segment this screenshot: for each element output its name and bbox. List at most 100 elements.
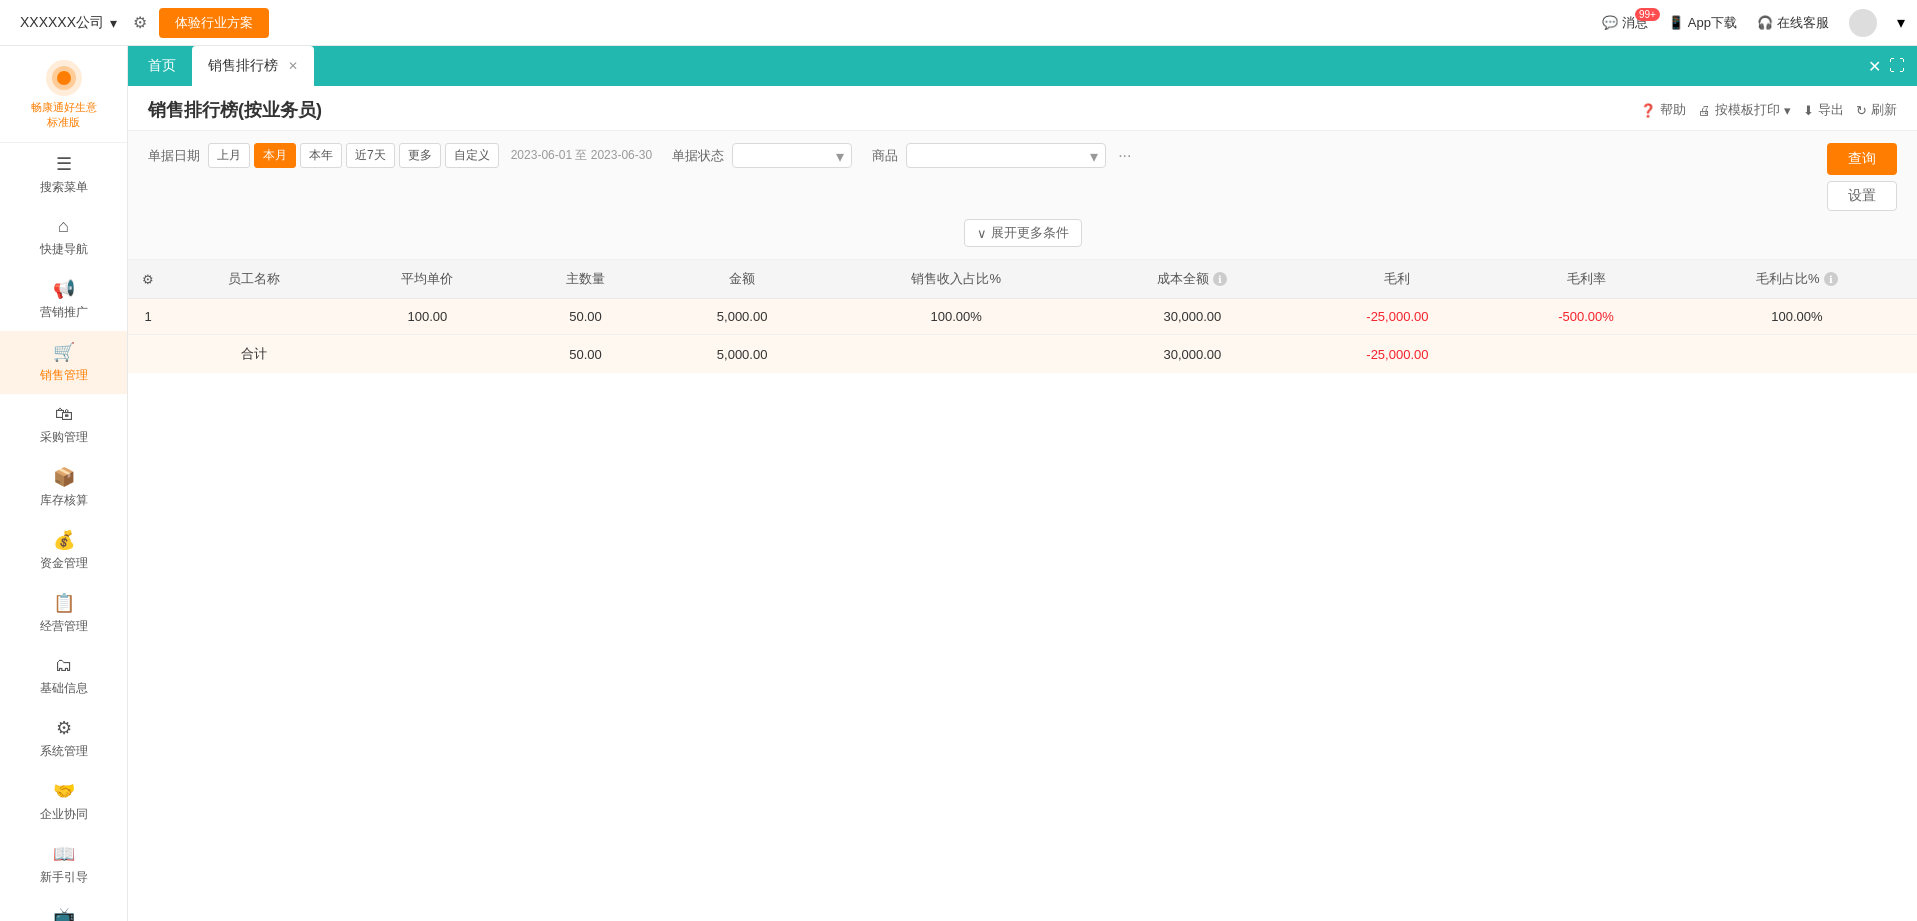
custom-btn[interactable]: 自定义: [445, 143, 499, 168]
online-service-button[interactable]: 🎧 在线客服: [1757, 14, 1829, 32]
sidebar-item-finance[interactable]: 💰 资金管理: [0, 519, 127, 582]
close-window-icon[interactable]: ✕: [1868, 57, 1881, 76]
export-label: 导出: [1818, 101, 1844, 119]
trial-button[interactable]: 体验行业方案: [159, 8, 269, 38]
company-selector[interactable]: XXXXXX公司 ▾: [12, 10, 125, 36]
help-button[interactable]: ❓ 帮助: [1640, 101, 1686, 119]
goods-filter-section: 商品 ···: [872, 143, 1131, 168]
sidebar-item-basic-info[interactable]: 🗂 基础信息: [0, 645, 127, 707]
query-button[interactable]: 查询: [1827, 143, 1897, 175]
sidebar-label-enterprise: 企业协同: [40, 806, 88, 823]
this-month-btn[interactable]: 本月: [254, 143, 296, 168]
export-icon: ⬇: [1803, 103, 1814, 118]
marketing-icon: 📢: [53, 278, 75, 300]
sidebar-item-operations[interactable]: 📋 经营管理: [0, 582, 127, 645]
footer-sales-ratio: [827, 335, 1085, 374]
sidebar-item-search[interactable]: ☰ 搜索菜单: [0, 143, 127, 206]
sidebar-item-inventory[interactable]: 📦 库存核算: [0, 456, 127, 519]
col-cost: 成本全额 ℹ: [1085, 260, 1299, 299]
more-filters-icon[interactable]: ···: [1118, 147, 1131, 165]
avatar[interactable]: [1849, 9, 1877, 37]
prev-month-btn[interactable]: 上月: [208, 143, 250, 168]
message-badge: 99+: [1635, 8, 1660, 21]
chevron-down-icon: ▾: [110, 15, 117, 31]
settings-icon[interactable]: ⚙: [133, 13, 147, 32]
finance-icon: 💰: [53, 529, 75, 551]
sidebar-item-nav[interactable]: ⌂ 快捷导航: [0, 206, 127, 268]
cell-gross-rate: -500.00%: [1495, 299, 1676, 335]
goods-select-wrapper: [906, 143, 1106, 168]
expand-label: 展开更多条件: [991, 224, 1069, 242]
purchase-icon: 🛍: [55, 404, 73, 425]
sidebar-label-nav: 快捷导航: [40, 241, 88, 258]
table-footer-row: 合计 50.00 5,000.00 30,000.00 -25,000.00: [128, 335, 1917, 374]
tab-bar-actions: ✕ ⛶: [1868, 57, 1913, 76]
date-filter-section: 单据日期 上月 本月 本年 近7天 更多 自定义 2023-06-01 至 20…: [148, 143, 652, 168]
sidebar-item-system[interactable]: ⚙ 系统管理: [0, 707, 127, 770]
sidebar-item-guide[interactable]: 📖 新手引导: [0, 833, 127, 896]
footer-avg-price: [341, 335, 514, 374]
sidebar-label-basic-info: 基础信息: [40, 680, 88, 697]
goods-select[interactable]: [906, 143, 1106, 168]
print-icon: 🖨: [1698, 103, 1711, 118]
status-select[interactable]: [732, 143, 852, 168]
basic-info-icon: 🗂: [55, 655, 73, 676]
headset-icon: 🎧: [1757, 15, 1773, 30]
expand-button[interactable]: ∨ 展开更多条件: [964, 219, 1082, 247]
footer-qty: 50.00: [514, 335, 657, 374]
maximize-icon[interactable]: ⛶: [1889, 57, 1905, 75]
col-amount: 金额: [657, 260, 827, 299]
sidebar-item-sales[interactable]: 🛒 销售管理: [0, 331, 127, 394]
filter-area: 单据日期 上月 本月 本年 近7天 更多 自定义 2023-06-01 至 20…: [128, 131, 1917, 260]
sidebar-item-marketing[interactable]: 📢 营销推广: [0, 268, 127, 331]
col-gross-rate: 毛利率: [1495, 260, 1676, 299]
gross-ratio-info-icon[interactable]: ℹ: [1824, 272, 1838, 286]
help-icon: ❓: [1640, 103, 1656, 118]
export-button[interactable]: ⬇ 导出: [1803, 101, 1844, 119]
sidebar-label-purchase: 采购管理: [40, 429, 88, 446]
message-button[interactable]: 💬 消息 99+: [1602, 14, 1648, 32]
col-sales-ratio: 销售收入占比%: [827, 260, 1085, 299]
sales-icon: 🛒: [53, 341, 75, 363]
sidebar-item-purchase[interactable]: 🛍 采购管理: [0, 394, 127, 456]
tab-home[interactable]: 首页: [132, 46, 192, 86]
date-range-text: 2023-06-01 至 2023-06-30: [511, 147, 652, 164]
logo-icon: [44, 58, 84, 98]
sidebar-item-appstore[interactable]: 📺 应用中心: [0, 896, 127, 921]
sidebar-item-enterprise[interactable]: 🤝 企业协同: [0, 770, 127, 833]
status-select-wrapper: [732, 143, 852, 168]
cell-gross-ratio: 100.00%: [1677, 299, 1917, 335]
print-chevron-icon: ▾: [1784, 103, 1791, 118]
print-button[interactable]: 🖨 按模板打印 ▾: [1698, 101, 1791, 119]
sidebar-label-finance: 资金管理: [40, 555, 88, 572]
tab-close-icon[interactable]: ✕: [288, 59, 298, 73]
expand-icon: ∨: [977, 226, 987, 241]
status-filter-label: 单据状态: [672, 147, 724, 165]
cell-gross: -25,000.00: [1299, 299, 1495, 335]
tab-sales-ranking[interactable]: 销售排行榜 ✕: [192, 46, 314, 86]
refresh-button[interactable]: ↻ 刷新: [1856, 101, 1897, 119]
inventory-icon: 📦: [53, 466, 75, 488]
chevron-down-icon-user: ▾: [1897, 13, 1905, 32]
filter-main-row: 单据日期 上月 本月 本年 近7天 更多 自定义 2023-06-01 至 20…: [148, 143, 1897, 211]
expand-row: ∨ 展开更多条件: [148, 219, 1897, 247]
page-content: 销售排行榜(按业务员) ❓ 帮助 🖨 按模板打印 ▾ ⬇ 导出: [128, 86, 1917, 921]
col-settings[interactable]: ⚙: [128, 260, 168, 299]
filter-settings-button[interactable]: 设置: [1827, 181, 1897, 211]
company-name: XXXXXX公司: [20, 14, 104, 32]
sales-ranking-table: ⚙ 员工名称 平均单价 主数量 金额 销售收入占比% 成本全额 ℹ: [128, 260, 1917, 373]
footer-cost: 30,000.00: [1085, 335, 1299, 374]
this-year-btn[interactable]: 本年: [300, 143, 342, 168]
main-layout: 畅康通好生意标准版 ☰ 搜索菜单 ⌂ 快捷导航 📢 营销推广 🛒 销售管理 🛍 …: [0, 46, 1917, 921]
cost-info-icon[interactable]: ℹ: [1213, 272, 1227, 286]
message-icon: 💬: [1602, 15, 1618, 30]
last-7days-btn[interactable]: 近7天: [346, 143, 395, 168]
col-qty: 主数量: [514, 260, 657, 299]
more-btn[interactable]: 更多: [399, 143, 441, 168]
refresh-icon: ↻: [1856, 103, 1867, 118]
col-gross-ratio: 毛利占比% ℹ: [1677, 260, 1917, 299]
date-filter-label: 单据日期: [148, 147, 200, 165]
app-download-button[interactable]: 📱 App下载: [1668, 14, 1737, 32]
content-area: 首页 销售排行榜 ✕ ✕ ⛶ 销售排行榜(按业务员) ❓ 帮助: [128, 46, 1917, 921]
sidebar: 畅康通好生意标准版 ☰ 搜索菜单 ⌂ 快捷导航 📢 营销推广 🛒 销售管理 🛍 …: [0, 46, 128, 921]
